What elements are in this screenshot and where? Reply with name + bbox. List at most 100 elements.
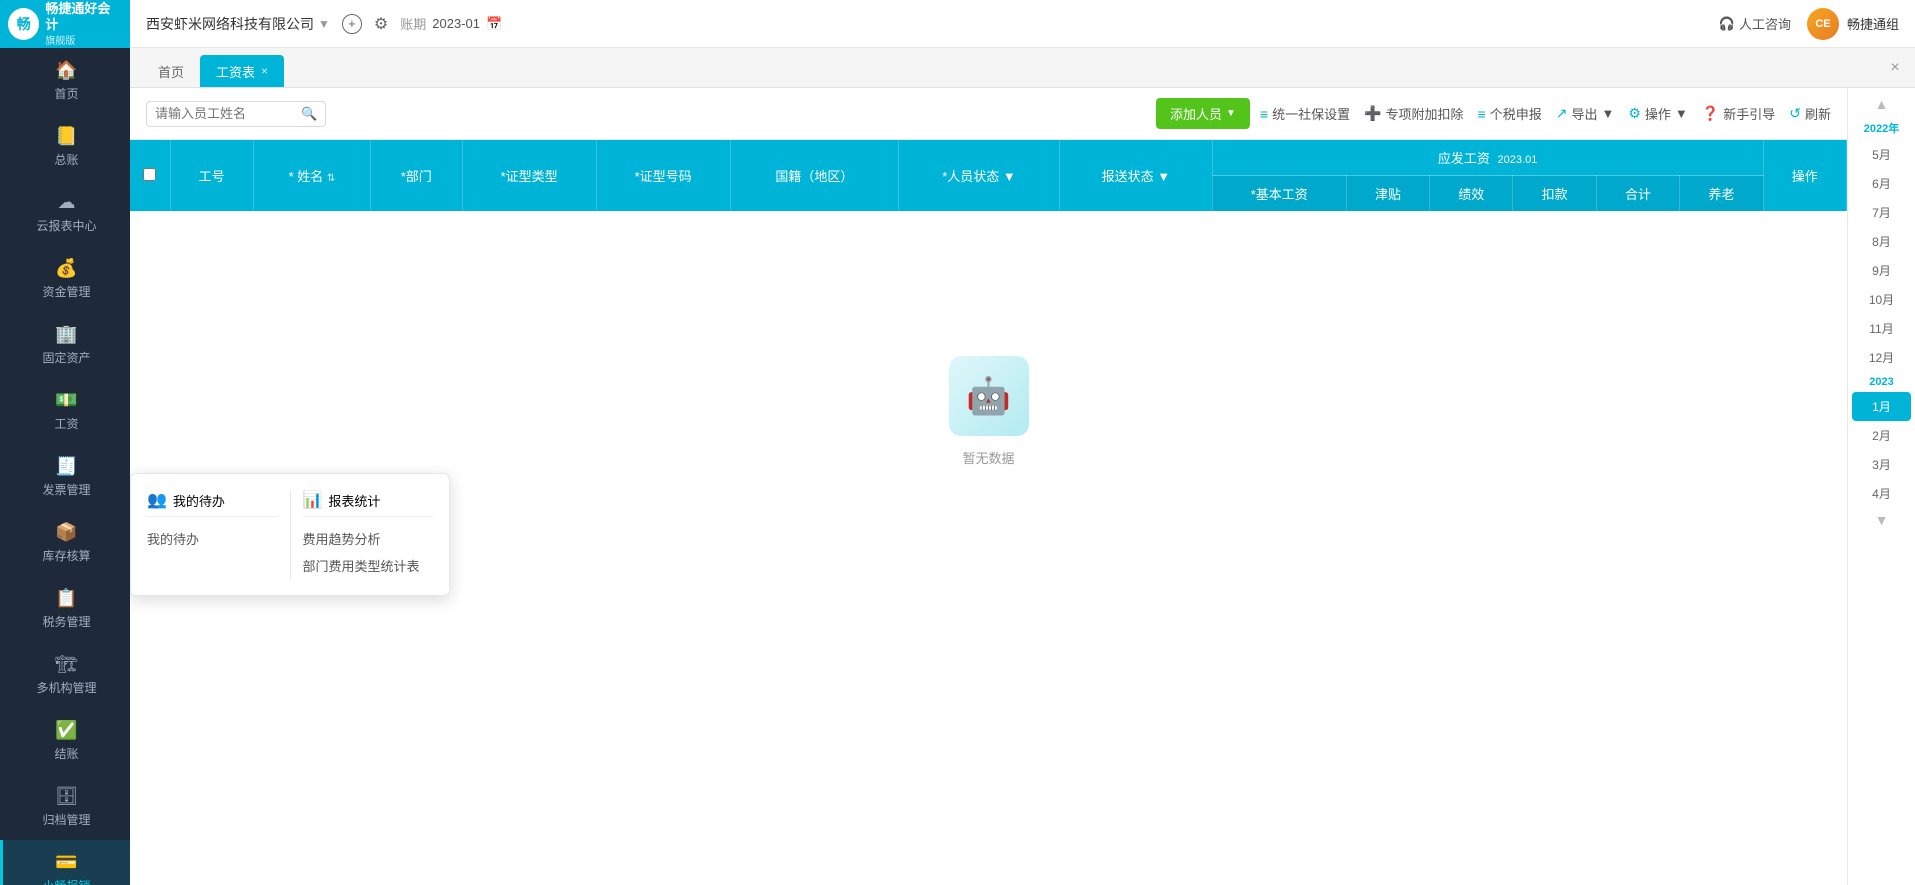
popup-col-1: 👥 我的待办 我的待办 [147, 490, 278, 579]
th-id-type: *证型类型 [462, 140, 596, 211]
checkbox-header [130, 140, 170, 211]
close-panel-button[interactable]: × [1875, 48, 1915, 88]
th-performance: 绩效 [1430, 176, 1513, 212]
sidebar-label-ledger: 总账 [54, 151, 78, 168]
refresh-label: 刷新 [1805, 104, 1831, 123]
popup-todo-icon: 👥 [147, 490, 167, 510]
ledger-icon: 📒 [55, 126, 77, 147]
tab-bar: 首页 工资表 × × [130, 48, 1915, 88]
month-2023-3[interactable]: 3月 [1848, 450, 1915, 479]
tax-report-button[interactable]: ≡ 个税申报 [1478, 104, 1542, 123]
logo-icon: 畅 [8, 8, 39, 40]
add-person-label: 添加人员 [1170, 104, 1222, 123]
popup-todo-title: 我的待办 [173, 491, 225, 510]
user-avatar: CE [1807, 8, 1839, 40]
year-2023-label: 2023 [1869, 372, 1893, 392]
search-input[interactable] [155, 106, 295, 121]
scroll-up-icon[interactable]: ▲ [1871, 92, 1893, 116]
refresh-icon: ↺ [1789, 105, 1801, 122]
sidebar-item-expense[interactable]: 💳 小畅报销 [0, 840, 130, 885]
reports-icon: ☁ [58, 192, 76, 213]
tab-payroll-close[interactable]: × [261, 64, 268, 78]
popup-menu: 👥 我的待办 我的待办 📊 报表统计 费用趋势分析 部门费用类型统计表 [130, 473, 450, 596]
month-panel: ▲ 2022年 5月 6月 7月 8月 9月 10月 11月 12月 2023 … [1847, 88, 1915, 885]
deduction-button[interactable]: ➕ 专项附加扣除 [1364, 104, 1463, 123]
assets-icon: 🏢 [55, 324, 77, 345]
month-2022-5[interactable]: 5月 [1848, 140, 1915, 169]
month-2022-8[interactable]: 8月 [1848, 227, 1915, 256]
operate-button[interactable]: ⚙ 操作 ▼ [1628, 104, 1687, 123]
sidebar-item-home[interactable]: 🏠 首页 [0, 48, 130, 114]
month-2023-4[interactable]: 4月 [1848, 479, 1915, 508]
calendar-icon[interactable]: 📅 [486, 16, 502, 32]
company-name: 西安虾米网络科技有限公司 [146, 14, 314, 34]
submit-filter-icon[interactable]: ▼ [1157, 169, 1170, 184]
month-2022-12[interactable]: 12月 [1848, 343, 1915, 372]
month-2022-11[interactable]: 11月 [1848, 314, 1915, 343]
period-tag: 2023.01 [1498, 154, 1538, 166]
th-salary-group: 应发工资 2023.01 [1212, 140, 1763, 176]
popup-dept-item[interactable]: 部门费用类型统计表 [303, 552, 434, 579]
select-all-checkbox[interactable] [143, 168, 156, 181]
tab-home[interactable]: 首页 [142, 55, 200, 87]
person-status-filter-icon[interactable]: ▼ [1003, 169, 1016, 184]
operate-arrow: ▼ [1675, 106, 1688, 121]
settings-icon[interactable]: ⚙ [374, 14, 388, 34]
support-button[interactable]: 🎧 人工咨询 [1719, 14, 1791, 33]
th-allowance: 津贴 [1346, 176, 1429, 212]
company-dropdown-icon: ▼ [318, 17, 330, 31]
add-person-button[interactable]: 添加人员 ▼ [1156, 98, 1250, 129]
main-container: 西安虾米网络科技有限公司 ▼ + ⚙ 账期 2023-01 📅 🎧 人工咨询 C… [130, 0, 1915, 885]
tab-payroll[interactable]: 工资表 × [200, 55, 284, 87]
sidebar-label-payroll: 工资 [54, 415, 78, 432]
sidebar-label-multi: 多机构管理 [36, 679, 96, 696]
popup-section2-header: 📊 报表统计 [303, 490, 434, 517]
sidebar-item-tax[interactable]: 📋 税务管理 [0, 576, 130, 642]
support-label: 人工咨询 [1739, 14, 1791, 33]
month-2022-10[interactable]: 10月 [1848, 285, 1915, 314]
sidebar-item-invoice[interactable]: 🧾 发票管理 [0, 444, 130, 510]
social-settings-button[interactable]: ≡ 统一社保设置 [1260, 104, 1350, 123]
popup-trend-item[interactable]: 费用趋势分析 [303, 525, 434, 552]
add-company-button[interactable]: + [342, 14, 362, 34]
sidebar-item-inventory[interactable]: 📦 库存核算 [0, 510, 130, 576]
export-button[interactable]: ↗ 导出 ▼ [1556, 104, 1615, 123]
sidebar-item-multi[interactable]: 🏗 多机构管理 [0, 642, 130, 708]
sidebar-label-tax: 税务管理 [42, 613, 90, 630]
refresh-button[interactable]: ↺ 刷新 [1789, 104, 1831, 123]
newguide-label: 新手引导 [1723, 104, 1775, 123]
search-icon[interactable]: 🔍 [301, 106, 317, 122]
tab-payroll-label: 工资表 [216, 62, 255, 81]
th-deduction: 扣款 [1513, 176, 1596, 212]
month-2023-2[interactable]: 2月 [1848, 421, 1915, 450]
scroll-down-icon[interactable]: ▼ [1871, 508, 1893, 532]
add-person-dropdown-icon: ▼ [1226, 108, 1236, 119]
popup-todo-item[interactable]: 我的待办 [147, 525, 278, 552]
home-icon: 🏠 [55, 60, 77, 81]
period-value: 2023-01 [432, 16, 480, 31]
sidebar-item-finance[interactable]: 💰 资金管理 [0, 246, 130, 312]
tax-icon: 📋 [55, 588, 77, 609]
sidebar-item-assets[interactable]: 🏢 固定资产 [0, 312, 130, 378]
deduction-label: 专项附加扣除 [1386, 104, 1464, 123]
sort-name-icon[interactable]: ⇅ [327, 173, 335, 184]
month-2023-1[interactable]: 1月 [1852, 392, 1911, 421]
payroll-icon: 💵 [55, 390, 77, 411]
newguide-button[interactable]: ❓ 新手引导 [1702, 104, 1775, 123]
sidebar-item-ledger[interactable]: 📒 总账 [0, 114, 130, 180]
content-area: 🔍 添加人员 ▼ ≡ 统一社保设置 ➕ 专项附加扣除 ≡ [130, 88, 1915, 885]
sidebar-item-archive[interactable]: 🗄 归档管理 [0, 774, 130, 840]
month-2022-6[interactable]: 6月 [1848, 169, 1915, 198]
sidebar-item-settle[interactable]: ✅ 结账 [0, 708, 130, 774]
headset-icon: 🎧 [1719, 16, 1735, 32]
table-header-row1: 工号 * 姓名 ⇅ *部门 *证型类型 *证型号码 国籍（地区） *人员状态 [130, 140, 1847, 176]
month-2022-9[interactable]: 9月 [1848, 256, 1915, 285]
sidebar-item-reports[interactable]: ☁ 云报表中心 [0, 180, 130, 246]
logo-title: 畅捷通好会计 [45, 1, 122, 32]
sidebar-label-home: 首页 [54, 85, 78, 102]
th-submit-status: 报送状态 ▼ [1059, 140, 1212, 211]
logo-text-area: 畅捷通好会计 旗舰版 [45, 1, 122, 47]
company-select[interactable]: 西安虾米网络科技有限公司 ▼ [146, 14, 330, 34]
month-2022-7[interactable]: 7月 [1848, 198, 1915, 227]
sidebar-item-payroll[interactable]: 💵 工资 [0, 378, 130, 444]
